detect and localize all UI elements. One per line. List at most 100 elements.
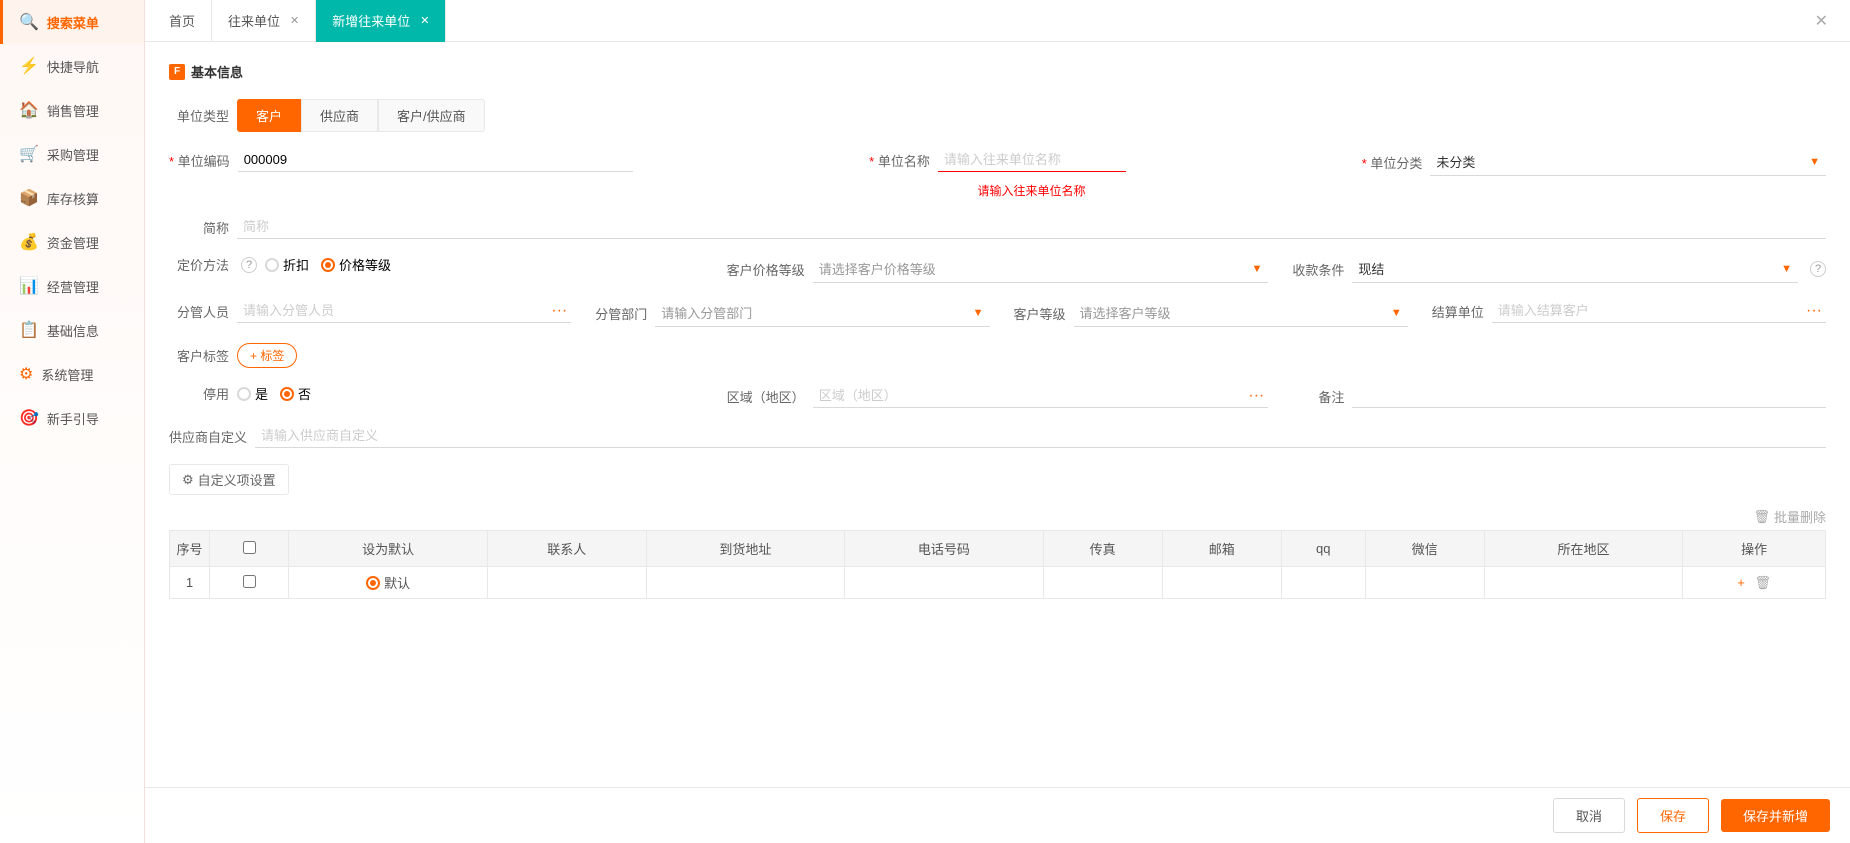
row-add-btn[interactable]: + — [1737, 575, 1745, 590]
add-tag-button[interactable]: + 标签 — [237, 343, 297, 368]
short-name-row: 简称 — [169, 215, 1826, 239]
tab-new-partner[interactable]: 新增往来单位 ✕ — [316, 0, 446, 42]
region-input-container: ··· — [813, 384, 1269, 408]
settlement-unit-group: 结算单位 ··· — [1424, 299, 1826, 323]
radio-no-circle — [280, 387, 294, 401]
payment-terms-group: 收款条件 现结 ▼ ? — [1284, 255, 1826, 283]
supplier-custom-label: 供应商自定义 — [169, 427, 247, 446]
unit-category-select[interactable]: 未分类 ▼ — [1430, 148, 1826, 176]
supplier-custom-row: 供应商自定义 — [169, 424, 1826, 448]
region-group: 区域（地区） ··· — [727, 384, 1269, 408]
sidebar-item-operations[interactable]: 📊 经营管理 — [0, 264, 144, 308]
supplier-custom-input[interactable] — [255, 424, 1826, 448]
save-and-new-button[interactable]: 保存并新增 — [1721, 799, 1830, 832]
disable-radio-yes[interactable]: 是 — [237, 384, 268, 403]
unit-name-input[interactable] — [938, 148, 1126, 172]
save-button[interactable]: 保存 — [1637, 798, 1709, 833]
cell-address — [646, 567, 844, 599]
unit-category-arrow: ▼ — [1809, 156, 1820, 168]
tab-partner[interactable]: 往来单位 ✕ — [212, 0, 316, 42]
unit-type-both-btn[interactable]: 客户/供应商 — [378, 99, 485, 132]
row-checkbox[interactable] — [243, 575, 256, 588]
sidebar-item-new-guide[interactable]: 🎯 新手引导 — [0, 396, 144, 440]
operations-icon: 📊 — [19, 276, 39, 296]
sidebar-item-base-info[interactable]: 📋 基础信息 — [0, 308, 144, 352]
default-radio[interactable]: 默认 — [295, 573, 480, 592]
manager-label: 分管人员 — [169, 302, 229, 321]
finance-icon: 💰 — [19, 232, 39, 252]
cell-checkbox[interactable] — [210, 567, 289, 599]
sidebar-item-system[interactable]: ⚙ 系统管理 — [0, 352, 144, 396]
sidebar-item-finance[interactable]: 💰 资金管理 — [0, 220, 144, 264]
cell-region — [1484, 567, 1682, 599]
region-more-btn[interactable]: ··· — [1244, 387, 1268, 405]
cell-wechat — [1365, 567, 1484, 599]
batch-delete-label[interactable]: 批量删除 — [1774, 507, 1826, 526]
short-name-label: 简称 — [169, 218, 229, 237]
dept-select[interactable]: 请输入分管部门 ▼ — [655, 299, 989, 327]
tag-row: 客户标签 + 标签 — [169, 343, 1826, 368]
col-fax: 传真 — [1043, 531, 1162, 567]
col-email: 邮箱 — [1162, 531, 1281, 567]
region-label: 区域（地区） — [727, 387, 805, 406]
manager-more-btn[interactable]: ··· — [547, 302, 571, 320]
manager-input-container: ··· — [237, 299, 571, 323]
disable-radio-no[interactable]: 否 — [280, 384, 311, 403]
payment-terms-help-icon[interactable]: ? — [1810, 261, 1826, 277]
unit-code-input[interactable] — [238, 148, 634, 172]
customer-grade-group: 客户等级 请选择客户等级 ▼ — [1006, 299, 1408, 327]
manager-input[interactable] — [237, 299, 547, 322]
radio-yes-circle — [237, 387, 251, 401]
purchase-icon: 🛒 — [19, 144, 39, 164]
disable-radio-group: 是 否 — [237, 384, 311, 403]
short-name-input[interactable] — [237, 215, 1826, 239]
unit-name-error-tip: 请输入往来单位名称 — [977, 182, 1085, 199]
batch-delete-area: 🗑 批量删除 — [169, 507, 1826, 526]
tab-new-partner-close[interactable]: ✕ — [420, 14, 429, 27]
customer-price-group: 客户价格等级 请选择客户价格等级 ▼ — [727, 255, 1269, 283]
tab-partner-close[interactable]: ✕ — [290, 14, 299, 27]
manager-group: 分管人员 ··· — [169, 299, 571, 323]
radio-discount-circle — [265, 258, 279, 272]
section-basic-info: F 基本信息 — [169, 62, 1826, 81]
unit-type-label: 单位类型 — [169, 106, 229, 125]
select-all-checkbox[interactable] — [243, 541, 256, 554]
settlement-more-btn[interactable]: ··· — [1802, 302, 1826, 320]
window-close-button[interactable]: ✕ — [1801, 11, 1842, 31]
unit-type-buttons: 客户 供应商 客户/供应商 — [237, 99, 485, 132]
cancel-button[interactable]: 取消 — [1553, 798, 1625, 833]
row-delete-btn[interactable]: 🗑 — [1755, 575, 1772, 590]
pricing-method-group: 定价方法 ? 折扣 价格等级 — [169, 255, 711, 274]
unit-type-group-container: 单位类型 客户 供应商 客户/供应商 — [169, 99, 1826, 132]
disable-label: 停用 — [169, 384, 229, 403]
table-row: 1 默认 — [170, 567, 1826, 599]
quick-nav-icon: ⚡ — [19, 56, 39, 76]
pricing-radio-group: 折扣 价格等级 — [265, 255, 391, 274]
payment-terms-select[interactable]: 现结 ▼ — [1352, 255, 1798, 283]
tab-home[interactable]: 首页 — [153, 0, 212, 42]
unit-type-customer-btn[interactable]: 客户 — [237, 99, 301, 132]
pricing-radio-discount[interactable]: 折扣 — [265, 255, 309, 274]
unit-code-group: 单位编码 — [169, 148, 633, 172]
unit-type-supplier-btn[interactable]: 供应商 — [301, 99, 378, 132]
pricing-radio-grade[interactable]: 价格等级 — [321, 255, 391, 274]
pricing-help-icon[interactable]: ? — [241, 257, 257, 273]
sidebar-item-search[interactable]: 🔍 搜索菜单 — [0, 0, 144, 44]
region-input[interactable] — [813, 384, 1245, 407]
customer-price-select[interactable]: 请选择客户价格等级 ▼ — [813, 255, 1269, 283]
sidebar-item-sales[interactable]: 🏠 销售管理 — [0, 88, 144, 132]
content-area: F 基本信息 单位类型 客户 供应商 客户/供应商 单位编码 单位名称 — [145, 42, 1850, 787]
section-icon: F — [169, 64, 185, 80]
search-icon: 🔍 — [19, 12, 39, 32]
cell-seq: 1 — [170, 567, 210, 599]
note-input[interactable] — [1352, 384, 1826, 408]
sidebar-item-quick-nav[interactable]: ⚡ 快捷导航 — [0, 44, 144, 88]
sidebar-item-inventory[interactable]: 📦 库存核算 — [0, 176, 144, 220]
unit-name-group: 单位名称 请输入往来单位名称 — [649, 148, 1345, 199]
settlement-input[interactable] — [1492, 299, 1802, 322]
col-contact: 联系人 — [487, 531, 646, 567]
custom-settings-button[interactable]: ⚙ 自定义项设置 — [169, 464, 289, 495]
sidebar-item-purchase[interactable]: 🛒 采购管理 — [0, 132, 144, 176]
customer-grade-select[interactable]: 请选择客户等级 ▼ — [1074, 299, 1408, 327]
unit-category-label: 单位分类 — [1362, 153, 1423, 172]
